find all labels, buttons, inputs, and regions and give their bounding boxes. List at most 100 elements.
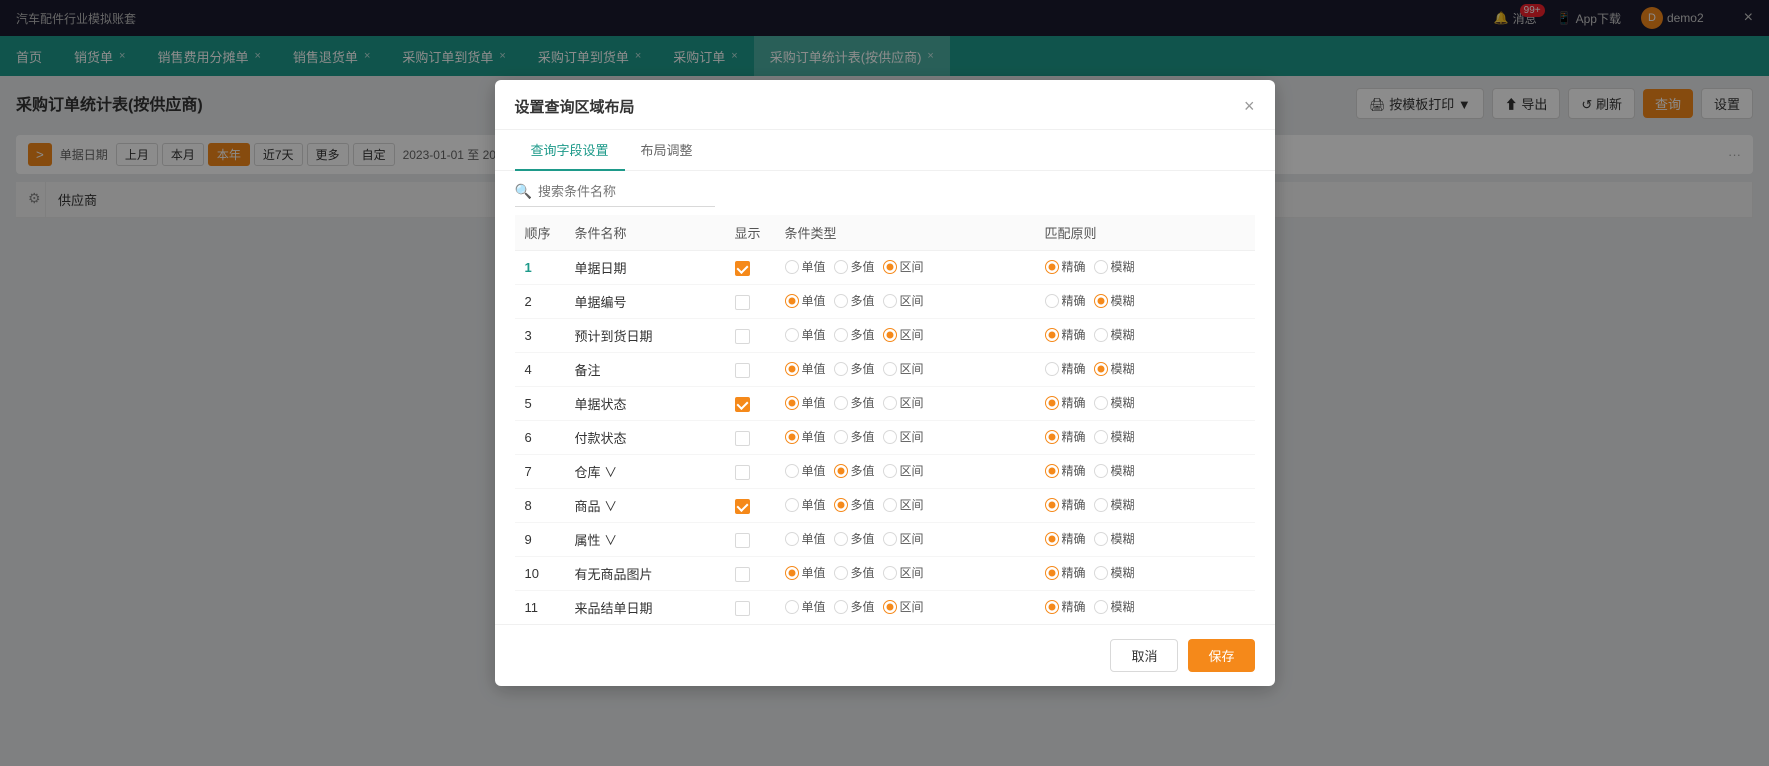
match-radio-模糊[interactable]: 模糊: [1094, 428, 1135, 445]
show-checkbox[interactable]: [735, 397, 750, 412]
match-radio-精确[interactable]: 精确: [1045, 530, 1086, 547]
type-radio-区间[interactable]: 区间: [883, 394, 924, 411]
cell-show[interactable]: [725, 285, 775, 319]
show-checkbox[interactable]: [735, 601, 750, 616]
cell-show[interactable]: [725, 387, 775, 421]
cell-show[interactable]: [725, 489, 775, 523]
match-radio-模糊[interactable]: 模糊: [1094, 326, 1135, 343]
search-input[interactable]: [538, 184, 698, 199]
type-radio-单值[interactable]: 单值: [785, 462, 826, 479]
cell-show[interactable]: [725, 353, 775, 387]
cell-match: 精确模糊: [1035, 591, 1255, 625]
match-radio-模糊[interactable]: 模糊: [1094, 394, 1135, 411]
radio-label: 模糊: [1111, 360, 1135, 377]
show-checkbox[interactable]: [735, 431, 750, 446]
type-radio-单值[interactable]: 单值: [785, 428, 826, 445]
type-radio-多值[interactable]: 多值: [834, 258, 875, 275]
modal-close-button[interactable]: ×: [1244, 96, 1255, 117]
match-radio-模糊[interactable]: 模糊: [1094, 258, 1135, 275]
type-radio-多值[interactable]: 多值: [834, 462, 875, 479]
type-radio-多值[interactable]: 多值: [834, 564, 875, 581]
type-radio-区间[interactable]: 区间: [883, 496, 924, 513]
type-radio-多值[interactable]: 多值: [834, 496, 875, 513]
match-radio-模糊[interactable]: 模糊: [1094, 530, 1135, 547]
type-radio-单值[interactable]: 单值: [785, 598, 826, 615]
cell-show[interactable]: [725, 251, 775, 285]
show-checkbox[interactable]: [735, 363, 750, 378]
show-checkbox[interactable]: [735, 295, 750, 310]
type-radio-区间[interactable]: 区间: [883, 326, 924, 343]
type-radio-单值[interactable]: 单值: [785, 326, 826, 343]
type-radio-区间[interactable]: 区间: [883, 258, 924, 275]
show-checkbox[interactable]: [735, 533, 750, 548]
match-radio-精确[interactable]: 精确: [1045, 598, 1086, 615]
radio-btn: [785, 396, 799, 410]
match-radio-精确[interactable]: 精确: [1045, 292, 1086, 309]
match-radio-精确[interactable]: 精确: [1045, 428, 1086, 445]
type-radio-区间[interactable]: 区间: [883, 462, 924, 479]
save-button[interactable]: 保存: [1188, 639, 1254, 672]
tab-layout-adjust[interactable]: 布局调整: [625, 130, 709, 171]
type-radio-单值[interactable]: 单值: [785, 360, 826, 377]
type-radio-多值[interactable]: 多值: [834, 326, 875, 343]
type-radio-多值[interactable]: 多值: [834, 598, 875, 615]
tab-query-fields[interactable]: 查询字段设置: [515, 130, 625, 171]
type-radio-区间[interactable]: 区间: [883, 360, 924, 377]
show-checkbox[interactable]: [735, 261, 750, 276]
match-radio-精确[interactable]: 精确: [1045, 258, 1086, 275]
cell-show[interactable]: [725, 421, 775, 455]
type-radio-多值[interactable]: 多值: [834, 428, 875, 445]
type-radio-多值[interactable]: 多值: [834, 530, 875, 547]
cell-show[interactable]: [725, 523, 775, 557]
match-radio-模糊[interactable]: 模糊: [1094, 462, 1135, 479]
show-checkbox[interactable]: [735, 499, 750, 514]
match-radio-模糊[interactable]: 模糊: [1094, 360, 1135, 377]
show-checkbox[interactable]: [735, 465, 750, 480]
type-radio-多值[interactable]: 多值: [834, 360, 875, 377]
cell-type: 单值多值区间: [775, 523, 1035, 557]
cell-order: 8: [515, 489, 565, 523]
match-radio-模糊[interactable]: 模糊: [1094, 598, 1135, 615]
show-checkbox[interactable]: [735, 567, 750, 582]
match-radio-精确[interactable]: 精确: [1045, 462, 1086, 479]
type-radio-区间[interactable]: 区间: [883, 428, 924, 445]
type-radio-单值[interactable]: 单值: [785, 496, 826, 513]
match-radio-精确[interactable]: 精确: [1045, 394, 1086, 411]
cell-type: 单值多值区间: [775, 455, 1035, 489]
radio-label: 模糊: [1111, 258, 1135, 275]
cancel-button[interactable]: 取消: [1110, 639, 1178, 672]
modal-footer: 取消 保存: [495, 624, 1275, 686]
match-radio-精确[interactable]: 精确: [1045, 326, 1086, 343]
type-radio-区间[interactable]: 区间: [883, 564, 924, 581]
cell-show[interactable]: [725, 591, 775, 625]
type-radio-多值[interactable]: 多值: [834, 394, 875, 411]
type-radio-单值[interactable]: 单值: [785, 564, 826, 581]
radio-btn: [834, 396, 848, 410]
type-radio-单值[interactable]: 单值: [785, 258, 826, 275]
match-radio-模糊[interactable]: 模糊: [1094, 292, 1135, 309]
match-radio-精确[interactable]: 精确: [1045, 360, 1086, 377]
radio-label: 多值: [851, 326, 875, 343]
cell-match: 精确模糊: [1035, 285, 1255, 319]
match-radio-精确[interactable]: 精确: [1045, 496, 1086, 513]
cell-show[interactable]: [725, 319, 775, 353]
settings-modal: 设置查询区域布局 × 查询字段设置 布局调整 🔍: [495, 80, 1275, 686]
type-radio-单值[interactable]: 单值: [785, 394, 826, 411]
type-radio-单值[interactable]: 单值: [785, 530, 826, 547]
match-radio-模糊[interactable]: 模糊: [1094, 564, 1135, 581]
table-row: 8商品 ∨单值多值区间精确模糊: [515, 489, 1255, 523]
show-checkbox[interactable]: [735, 329, 750, 344]
cell-show[interactable]: [725, 557, 775, 591]
cell-show[interactable]: [725, 455, 775, 489]
match-radio-精确[interactable]: 精确: [1045, 564, 1086, 581]
match-radio-模糊[interactable]: 模糊: [1094, 496, 1135, 513]
radio-btn: [1045, 362, 1059, 376]
radio-btn: [1045, 464, 1059, 478]
type-radio-多值[interactable]: 多值: [834, 292, 875, 309]
type-radio-区间[interactable]: 区间: [883, 530, 924, 547]
type-radio-单值[interactable]: 单值: [785, 292, 826, 309]
type-radio-区间[interactable]: 区间: [883, 598, 924, 615]
radio-label: 精确: [1062, 258, 1086, 275]
radio-btn: [785, 498, 799, 512]
type-radio-区间[interactable]: 区间: [883, 292, 924, 309]
